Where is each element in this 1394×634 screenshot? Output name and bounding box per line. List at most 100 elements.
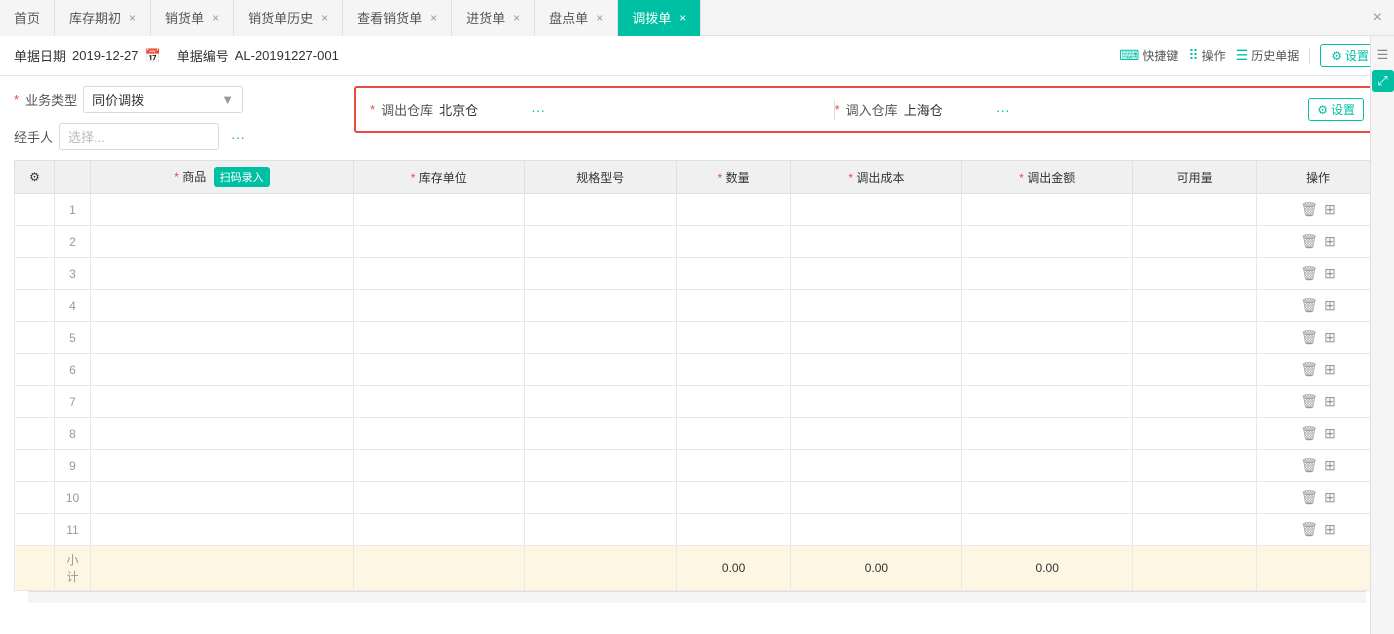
delete-icon[interactable]: 🗑: [1300, 393, 1318, 410]
in-warehouse-more-icon[interactable]: ···: [996, 102, 1010, 118]
tab-sales-order[interactable]: 销货单 ×: [151, 0, 234, 36]
row-cost-cell[interactable]: [791, 450, 962, 482]
row-cost-cell[interactable]: [791, 290, 962, 322]
row-spec-cell[interactable]: [524, 226, 676, 258]
row-quantity-cell[interactable]: [676, 290, 791, 322]
row-amount-cell[interactable]: [962, 226, 1133, 258]
row-spec-cell[interactable]: [524, 258, 676, 290]
row-goods-cell[interactable]: [91, 290, 354, 322]
horizontal-scrollbar[interactable]: [28, 591, 1366, 603]
row-amount-cell[interactable]: [962, 450, 1133, 482]
copy-icon[interactable]: ⊞: [1324, 521, 1336, 538]
row-goods-cell[interactable]: [91, 386, 354, 418]
tab-home[interactable]: 首页: [0, 0, 55, 36]
row-amount-cell[interactable]: [962, 258, 1133, 290]
row-cost-cell[interactable]: [791, 386, 962, 418]
copy-icon[interactable]: ⊞: [1324, 393, 1336, 410]
row-cost-cell[interactable]: [791, 322, 962, 354]
row-amount-cell[interactable]: [962, 386, 1133, 418]
row-amount-cell[interactable]: [962, 482, 1133, 514]
warehouse-settings-button[interactable]: ⚙ 设置: [1308, 98, 1364, 121]
tab-inventory-check-close[interactable]: ×: [596, 11, 603, 25]
row-unit-cell[interactable]: [353, 258, 524, 290]
tab-purchase-order-close[interactable]: ×: [513, 11, 520, 25]
row-cost-cell[interactable]: [791, 258, 962, 290]
row-cost-cell[interactable]: [791, 194, 962, 226]
row-quantity-cell[interactable]: [676, 194, 791, 226]
row-amount-cell[interactable]: [962, 290, 1133, 322]
copy-icon[interactable]: ⊞: [1324, 265, 1336, 282]
tabs-close-all-button[interactable]: ×: [1361, 9, 1394, 27]
row-spec-cell[interactable]: [524, 386, 676, 418]
row-goods-cell[interactable]: [91, 450, 354, 482]
row-unit-cell[interactable]: [353, 194, 524, 226]
tab-sales-history[interactable]: 销货单历史 ×: [234, 0, 343, 36]
row-spec-cell[interactable]: [524, 418, 676, 450]
row-goods-cell[interactable]: [91, 354, 354, 386]
row-amount-cell[interactable]: [962, 194, 1133, 226]
row-spec-cell[interactable]: [524, 322, 676, 354]
history-button[interactable]: ☰ 历史单据: [1236, 47, 1300, 64]
row-cost-cell[interactable]: [791, 226, 962, 258]
delete-icon[interactable]: 🗑: [1300, 489, 1318, 506]
delete-icon[interactable]: 🗑: [1300, 201, 1318, 218]
row-goods-cell[interactable]: [91, 194, 354, 226]
table-scroll[interactable]: ⚙ * 商品 扫码录入 * 库存单位 规格型号 *: [14, 160, 1380, 591]
row-spec-cell[interactable]: [524, 354, 676, 386]
row-quantity-cell[interactable]: [676, 450, 791, 482]
row-cost-cell[interactable]: [791, 482, 962, 514]
tab-inventory-check[interactable]: 盘点单 ×: [535, 0, 618, 36]
delete-icon[interactable]: 🗑: [1300, 457, 1318, 474]
tab-view-sales-close[interactable]: ×: [430, 11, 437, 25]
th-settings[interactable]: ⚙: [15, 161, 55, 194]
row-cost-cell[interactable]: [791, 418, 962, 450]
copy-icon[interactable]: ⊞: [1324, 361, 1336, 378]
row-unit-cell[interactable]: [353, 290, 524, 322]
delete-icon[interactable]: 🗑: [1300, 361, 1318, 378]
tab-view-sales[interactable]: 查看销货单 ×: [343, 0, 452, 36]
scan-button[interactable]: 扫码录入: [214, 167, 270, 187]
row-quantity-cell[interactable]: [676, 418, 791, 450]
row-goods-cell[interactable]: [91, 482, 354, 514]
row-goods-cell[interactable]: [91, 258, 354, 290]
row-unit-cell[interactable]: [353, 482, 524, 514]
tab-sales-history-close[interactable]: ×: [321, 11, 328, 25]
row-goods-cell[interactable]: [91, 226, 354, 258]
sidebar-list-icon[interactable]: ☰: [1372, 44, 1394, 66]
tab-transfer-order[interactable]: 调拨单 ×: [618, 0, 701, 36]
delete-icon[interactable]: 🗑: [1300, 425, 1318, 442]
copy-icon[interactable]: ⊞: [1324, 489, 1336, 506]
row-quantity-cell[interactable]: [676, 354, 791, 386]
row-cost-cell[interactable]: [791, 354, 962, 386]
row-amount-cell[interactable]: [962, 354, 1133, 386]
row-spec-cell[interactable]: [524, 194, 676, 226]
copy-icon[interactable]: ⊞: [1324, 201, 1336, 218]
tab-sales-order-close[interactable]: ×: [212, 11, 219, 25]
calendar-icon[interactable]: 📅: [145, 48, 161, 64]
row-spec-cell[interactable]: [524, 290, 676, 322]
handler-select[interactable]: 选择...: [59, 123, 219, 150]
delete-icon[interactable]: 🗑: [1300, 329, 1318, 346]
out-warehouse-more-icon[interactable]: ···: [531, 102, 545, 118]
row-unit-cell[interactable]: [353, 418, 524, 450]
delete-icon[interactable]: 🗑: [1300, 265, 1318, 282]
row-amount-cell[interactable]: [962, 322, 1133, 354]
row-quantity-cell[interactable]: [676, 258, 791, 290]
action-button[interactable]: ⠿ 操作: [1188, 47, 1225, 64]
row-goods-cell[interactable]: [91, 418, 354, 450]
copy-icon[interactable]: ⊞: [1324, 329, 1336, 346]
delete-icon[interactable]: 🗑: [1300, 521, 1318, 538]
handler-more-icon[interactable]: ···: [231, 129, 245, 145]
row-unit-cell[interactable]: [353, 322, 524, 354]
sidebar-expand-icon[interactable]: ⤢: [1372, 70, 1394, 92]
delete-icon[interactable]: 🗑: [1300, 233, 1318, 250]
biz-type-select[interactable]: 同价调拨 ▼: [83, 86, 243, 113]
row-quantity-cell[interactable]: [676, 482, 791, 514]
row-unit-cell[interactable]: [353, 226, 524, 258]
tab-inventory-init[interactable]: 库存期初 ×: [55, 0, 151, 36]
copy-icon[interactable]: ⊞: [1324, 425, 1336, 442]
row-quantity-cell[interactable]: [676, 226, 791, 258]
copy-icon[interactable]: ⊞: [1324, 233, 1336, 250]
row-unit-cell[interactable]: [353, 386, 524, 418]
tab-purchase-order[interactable]: 进货单 ×: [452, 0, 535, 36]
